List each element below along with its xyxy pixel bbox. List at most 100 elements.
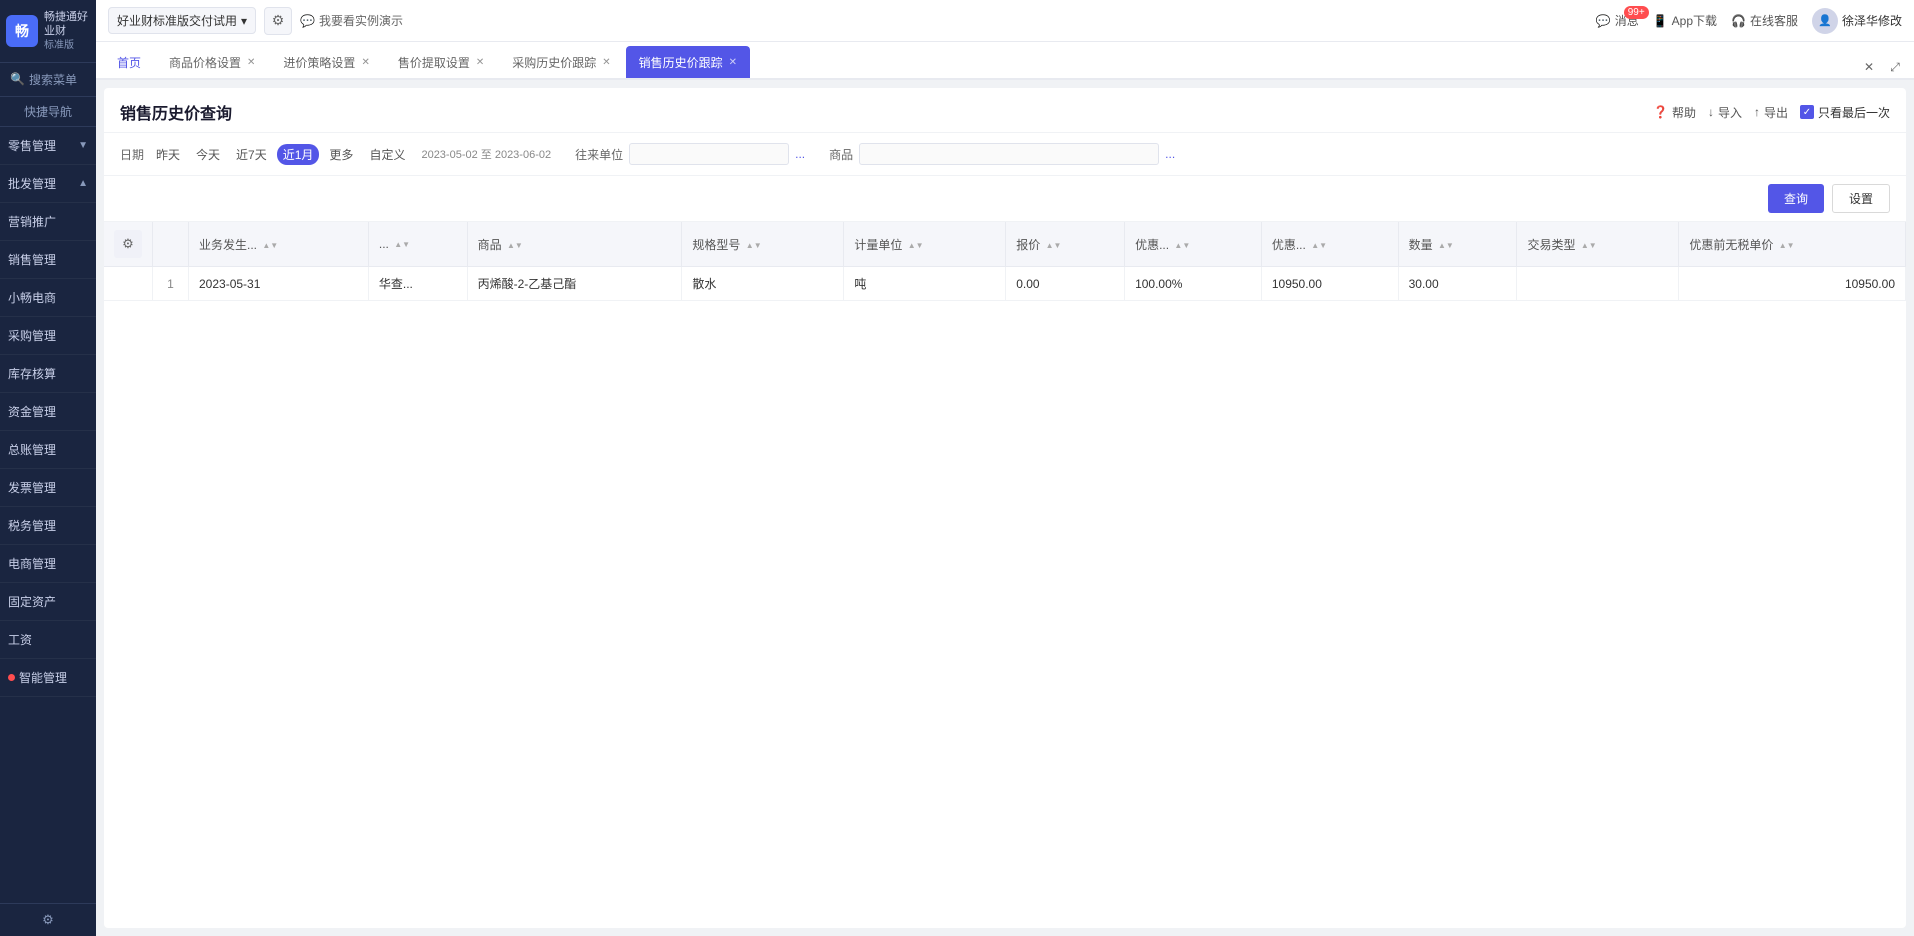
help-button[interactable]: ❓ 帮助 [1653,104,1696,121]
col-header-trade-type[interactable]: 交易类型 ▲▼ [1517,222,1679,267]
sidebar-item-salary[interactable]: 工资 [0,621,96,659]
tab-product-price[interactable]: 商品价格设置 ✕ [156,46,268,78]
filter-product-group: 商品 ... [829,143,1175,165]
col-header-discount2[interactable]: 优惠... ▲▼ [1261,222,1398,267]
sidebar-item-ecommerce-small[interactable]: 小畅电商 [0,279,96,317]
tab-sale-extract[interactable]: 售价提取设置 ✕ [385,46,497,78]
tab-purchase-history[interactable]: 采购历史价跟踪 ✕ [499,46,623,78]
date-opt-last7[interactable]: 近7天 [230,144,273,165]
ai-dot-icon [8,674,15,681]
import-button[interactable]: ↓ 导入 [1708,104,1742,121]
col-header-pretax-price[interactable]: 优惠前无税单价 ▲▼ [1679,222,1906,267]
tab-sales-history[interactable]: 销售历史价跟踪 ✕ [626,46,750,78]
sidebar-item-inventory[interactable]: 库存核算 [0,355,96,393]
sidebar-item-ecommerce[interactable]: 电商管理 [0,545,96,583]
col-header-extra[interactable]: ... ▲▼ [368,222,467,267]
row-no-cell: 1 [153,267,189,301]
export-icon: ↑ [1754,105,1760,119]
col-header-product[interactable]: 商品 ▲▼ [467,222,682,267]
app-logo-text: 畅捷通好业财 标准版 [44,10,90,52]
sidebar-search-menu[interactable]: 🔍 搜索菜单 [0,63,96,97]
page-header: 销售历史价查询 ❓ 帮助 ↓ 导入 ↑ 导出 ✓ 只看最后一次 [104,88,1906,133]
date-opt-more[interactable]: 更多 [323,144,359,165]
date-opt-last1m[interactable]: 近1月 [277,144,320,165]
sidebar: 畅 畅捷通好业财 标准版 🔍 搜索菜单 快捷导航 零售管理 ▼ 批发管理 ▲ 营… [0,0,96,936]
only-last-checkbox[interactable]: ✓ 只看最后一次 [1800,104,1890,121]
table-settings-icon[interactable]: ⚙ [114,230,142,258]
source-unit-input[interactable] [629,143,789,165]
filter-date-group: 日期 昨天 今天 近7天 近1月 更多 自定义 2023-05-02 至 202… [120,144,551,165]
user-menu-button[interactable]: 👤 徐泽华修改 [1812,8,1902,34]
query-button[interactable]: 查询 [1768,184,1824,213]
sidebar-item-ai[interactable]: 智能管理 [0,659,96,697]
row-price-cell: 0.00 [1006,267,1125,301]
tab-purchase-history-close[interactable]: ✕ [602,57,610,68]
date-opt-custom[interactable]: 自定义 [363,144,411,165]
settings-icon: ⚙ [272,12,285,29]
row-unit-cell: 吨 [844,267,1006,301]
col-header-spec[interactable]: 规格型号 ▲▼ [682,222,844,267]
date-opt-today[interactable]: 今天 [190,144,226,165]
message-button[interactable]: 💬 消息 99+ [1596,12,1639,29]
window-close-button[interactable]: ✕ [1858,56,1880,78]
sidebar-quick-nav[interactable]: 快捷导航 [0,97,96,127]
headset-icon: 🎧 [1731,14,1746,28]
app-download-button[interactable]: 📱 App下载 [1653,12,1717,29]
source-unit-more-btn[interactable]: ... [795,147,805,161]
col-header-biz-date[interactable]: 业务发生... ▲▼ [189,222,369,267]
export-button[interactable]: ↑ 导出 [1754,104,1788,121]
product-more-btn[interactable]: ... [1165,147,1175,161]
sidebar-bottom-settings[interactable]: ⚙ [0,903,96,936]
product-label: 商品 [829,146,853,163]
col-header-discount1[interactable]: 优惠... ▲▼ [1125,222,1262,267]
settings-button[interactable]: 设置 [1832,184,1890,213]
tab-home[interactable]: 首页 [104,46,154,78]
message-icon: 💬 [1596,14,1611,28]
search-icon: 🔍 [10,72,25,86]
sort-qty-icon: ▲▼ [1438,241,1454,250]
tab-purchase-strategy-close[interactable]: ✕ [361,57,369,68]
col-header-price[interactable]: 报价 ▲▼ [1006,222,1125,267]
sidebar-item-wholesale[interactable]: 批发管理 ▲ [0,165,96,203]
online-service-button[interactable]: 🎧 在线客服 [1731,12,1798,29]
checkbox-icon: ✓ [1800,105,1814,119]
tab-purchase-strategy[interactable]: 进价策略设置 ✕ [270,46,382,78]
sidebar-item-sales[interactable]: 销售管理 [0,241,96,279]
sidebar-logo: 畅 畅捷通好业财 标准版 [0,0,96,63]
sort-discount1-icon: ▲▼ [1174,241,1190,250]
module-select[interactable]: 好业财标准版交付试用 ▾ [108,7,256,34]
col-header-unit[interactable]: 计量单位 ▲▼ [844,222,1006,267]
sidebar-item-finance[interactable]: 资金管理 [0,393,96,431]
page-title: 销售历史价查询 [120,100,232,124]
tab-sales-history-close[interactable]: ✕ [729,57,737,68]
col-header-qty[interactable]: 数量 ▲▼ [1398,222,1517,267]
sort-discount2-icon: ▲▼ [1311,241,1327,250]
sidebar-item-purchase[interactable]: 采购管理 [0,317,96,355]
message-badge: 99+ [1624,6,1649,19]
row-biz-date-cell: 2023-05-31 [189,267,369,301]
window-maximize-button[interactable]: ⤢ [1884,56,1906,78]
avatar: 👤 [1812,8,1838,34]
tabbar: 首页 商品价格设置 ✕ 进价策略设置 ✕ 售价提取设置 ✕ 采购历史价跟踪 ✕ … [96,42,1914,80]
product-input[interactable] [859,143,1159,165]
sort-product-icon: ▲▼ [507,241,523,250]
retail-expand-icon: ▼ [78,140,88,151]
sidebar-item-retail[interactable]: 零售管理 ▼ [0,127,96,165]
sidebar-item-assets[interactable]: 固定资产 [0,583,96,621]
row-product-cell: 丙烯酸-2-乙基己酯 [467,267,682,301]
date-opt-yesterday[interactable]: 昨天 [150,144,186,165]
tab-product-price-close[interactable]: ✕ [247,57,255,68]
sidebar-item-tax[interactable]: 税务管理 [0,507,96,545]
topbar-actions: 💬 消息 99+ 📱 App下载 🎧 在线客服 👤 徐泽华修改 [1596,8,1902,34]
row-spec-cell: 散水 [682,267,844,301]
sort-trade-type-icon: ▲▼ [1581,241,1597,250]
sidebar-item-marketing[interactable]: 营销推广 [0,203,96,241]
row-settings-cell [104,267,153,301]
sidebar-item-accounting[interactable]: 总账管理 [0,431,96,469]
sidebar-item-invoice[interactable]: 发票管理 [0,469,96,507]
demo-button[interactable]: 💬 我要看实例演示 [300,12,403,29]
tab-sale-extract-close[interactable]: ✕ [476,57,484,68]
help-icon: ❓ [1653,105,1668,119]
date-range-display: 2023-05-02 至 2023-06-02 [421,146,551,162]
topbar-settings-button[interactable]: ⚙ [264,7,292,35]
